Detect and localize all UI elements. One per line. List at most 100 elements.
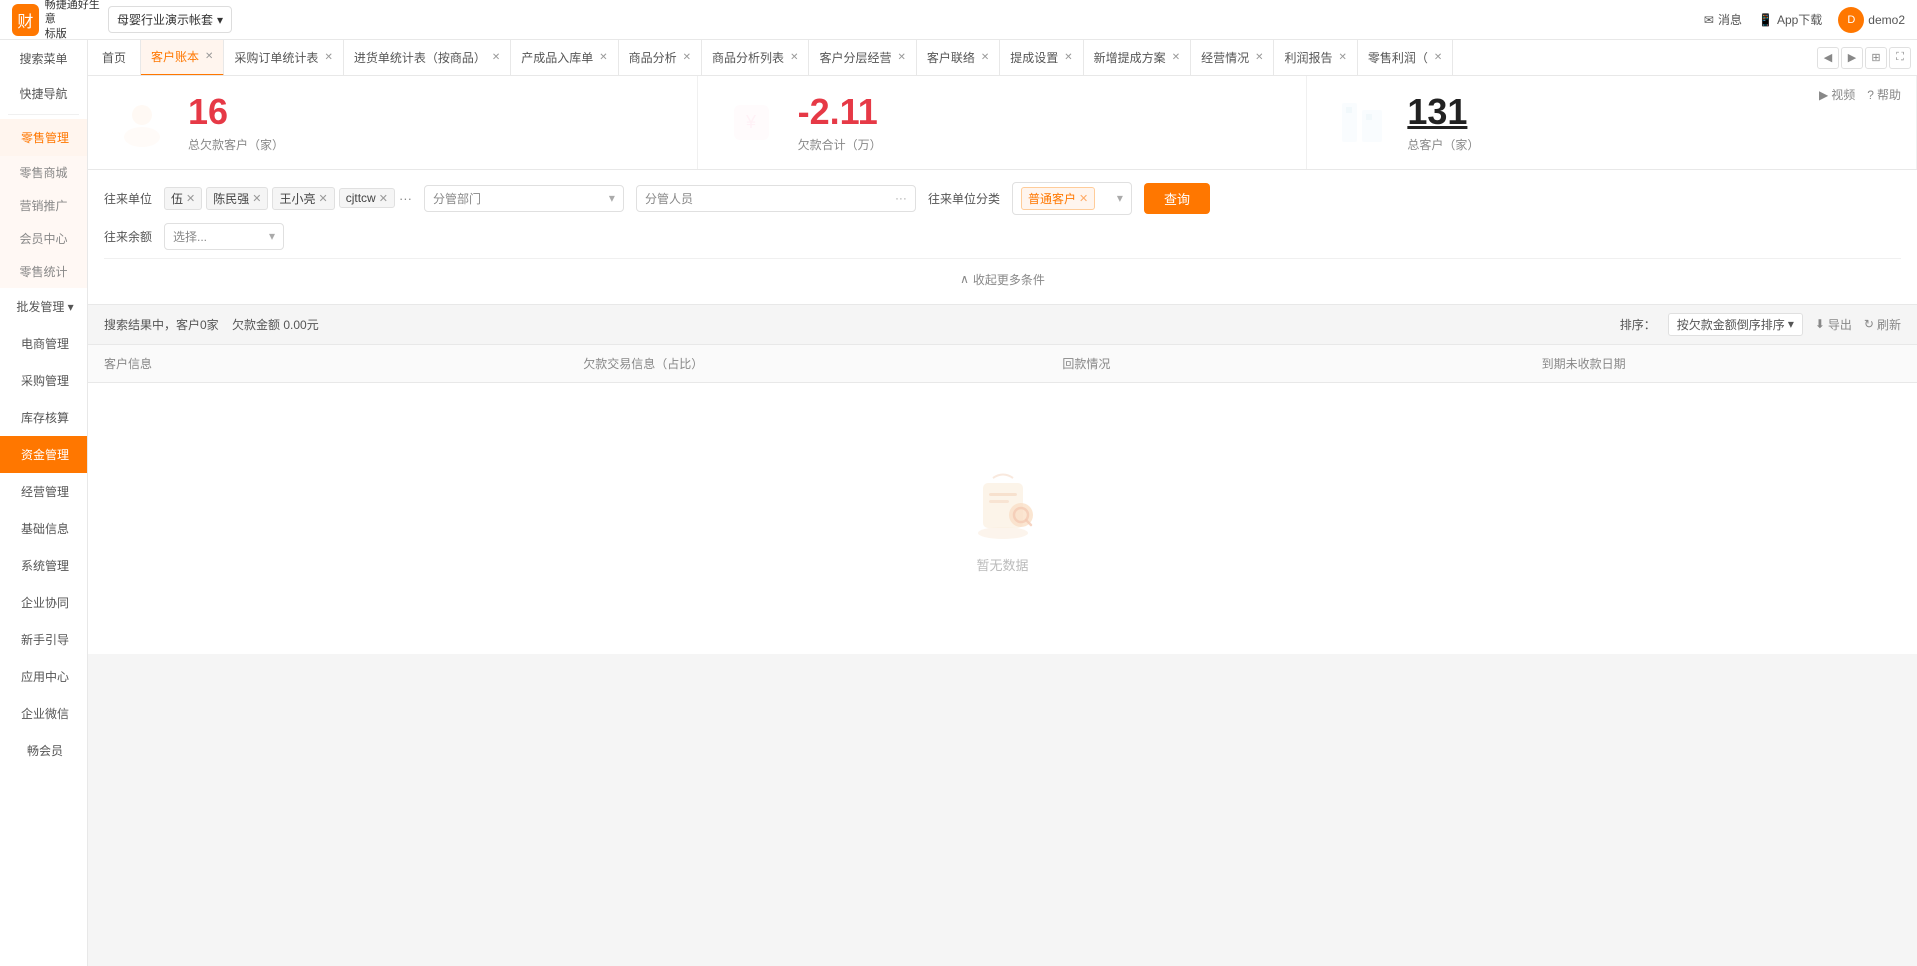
table-col-date: 到期未收款日期: [1542, 355, 1901, 372]
tag-close-unit-type[interactable]: ✕: [1079, 192, 1088, 205]
tab-promo-settings[interactable]: 提成设置 ✕: [1000, 40, 1083, 76]
tab-operations[interactable]: 经营情况 ✕: [1191, 40, 1274, 76]
refresh-btn[interactable]: ↻ 刷新: [1864, 316, 1901, 333]
tab-incoming[interactable]: 进货单统计表（按商品） ✕: [344, 40, 511, 76]
tab-retail-profit[interactable]: 零售利润（ ✕: [1358, 40, 1453, 76]
sort-dropdown-icon: ▾: [1788, 317, 1794, 331]
main-layout: 搜索菜单 快捷导航 零售管理 零售商城 营销推广 会员中心 零售统计 批发管理 …: [0, 40, 1917, 966]
sidebar-item-ecommerce[interactable]: 电商管理: [0, 325, 87, 362]
logo-text: 畅捷通好生意 标版: [45, 0, 100, 41]
query-btn[interactable]: 查询: [1144, 183, 1210, 214]
tab-close-commodity[interactable]: ✕: [683, 52, 691, 63]
filter-more-btn[interactable]: ···: [399, 191, 412, 206]
sidebar-item-wholesale[interactable]: 批发管理 ▾: [0, 288, 87, 325]
tab-fullscreen-btn[interactable]: ⛶: [1889, 47, 1911, 69]
filter-tags-unit: 伍 ✕ 陈民强 ✕ 王小亮 ✕ cjttcw ✕: [164, 187, 412, 210]
content-area: 16 总欠款客户（家） ¥ -2.11 欠款合计（万）: [88, 76, 1917, 966]
sidebar-item-retail-stats[interactable]: 零售统计: [0, 255, 87, 288]
person-clear-icon[interactable]: ···: [895, 191, 907, 205]
sidebar-item-system[interactable]: 系统管理: [0, 547, 87, 584]
collapse-btn[interactable]: ∧ 收起更多条件: [948, 267, 1057, 292]
sidebar: 搜索菜单 快捷导航 零售管理 零售商城 营销推广 会员中心 零售统计 批发管理 …: [0, 40, 88, 966]
sidebar-item-newbie[interactable]: 新手引导: [0, 621, 87, 658]
tag-close-wu[interactable]: ✕: [186, 192, 195, 205]
tab-purchase-order[interactable]: 采购订单统计表 ✕: [224, 40, 343, 76]
tab-next-btn[interactable]: ▶: [1841, 47, 1863, 69]
message-btn[interactable]: ✉ 消息: [1704, 11, 1742, 28]
tab-close-retail-profit[interactable]: ✕: [1434, 52, 1442, 63]
sidebar-item-app-center[interactable]: 应用中心: [0, 658, 87, 695]
filter-label-unit-type: 往来单位分类: [928, 190, 1000, 207]
tab-customer-contact[interactable]: 客户联络 ✕: [917, 40, 1000, 76]
sidebar-item-member[interactable]: 会员中心: [0, 222, 87, 255]
tab-profit[interactable]: 利润报告 ✕: [1274, 40, 1357, 76]
sidebar-item-capital[interactable]: 资金管理: [0, 436, 87, 473]
sidebar-sub-items: 零售商城 营销推广 会员中心 零售统计: [0, 156, 87, 288]
export-btn[interactable]: ⬇ 导出: [1815, 316, 1852, 333]
video-btn[interactable]: ▶ 视频: [1819, 86, 1855, 103]
tab-expand-btn[interactable]: ⊞: [1865, 47, 1887, 69]
filter-person-select[interactable]: 分管人员 ···: [636, 185, 916, 212]
tab-close-purchase[interactable]: ✕: [324, 52, 332, 63]
sidebar-item-operations[interactable]: 经营管理: [0, 473, 87, 510]
tab-close-promo[interactable]: ✕: [1064, 52, 1072, 63]
data-table: 客户信息 欠款交易信息（占比） 回款情况 到期未收款日期: [88, 345, 1917, 654]
tag-close-cjttcw[interactable]: ✕: [379, 192, 388, 205]
sidebar-item-enterprise[interactable]: 企业协同: [0, 584, 87, 621]
filter-dept-select[interactable]: 分管部门 ▾: [424, 185, 624, 212]
tab-commodity[interactable]: 商品分析 ✕: [619, 40, 702, 76]
message-icon: ✉: [1704, 13, 1714, 27]
help-btn[interactable]: ? 帮助: [1867, 86, 1901, 103]
app-icon: 📱: [1758, 13, 1773, 27]
sidebar-item-retail-mall[interactable]: 零售商城: [0, 156, 87, 189]
tab-close-ops[interactable]: ✕: [1255, 52, 1263, 63]
sort-label: 排序：: [1620, 316, 1656, 333]
stat-number-total: 131: [1407, 92, 1479, 132]
empty-state: 暂无数据: [88, 383, 1917, 654]
tab-close-profit[interactable]: ✕: [1339, 52, 1347, 63]
logo-area: 财 畅捷通好生意 标版: [12, 0, 100, 41]
tab-new-promo[interactable]: 新增提成方案 ✕: [1084, 40, 1191, 76]
help-icon: ?: [1867, 88, 1874, 102]
tab-customer-account[interactable]: 客户账本 ✕: [141, 40, 224, 76]
stat-label-total: 总客户（家）: [1407, 136, 1479, 153]
sidebar-search[interactable]: 搜索菜单: [0, 40, 87, 77]
tab-close-commodity-list[interactable]: ✕: [790, 52, 798, 63]
tag-close-chen[interactable]: ✕: [252, 192, 261, 205]
sidebar-item-vip[interactable]: 畅会员: [0, 732, 87, 769]
filter-tag-wang: 王小亮 ✕: [272, 187, 334, 210]
tab-close-segment[interactable]: ✕: [897, 52, 905, 63]
tab-prev-btn[interactable]: ◀: [1817, 47, 1839, 69]
stat-content-debt: -2.11 欠款合计（万）: [798, 92, 882, 153]
filter-label-balance: 往来余额: [104, 228, 152, 245]
stat-block-debt: ¥ -2.11 欠款合计（万）: [698, 76, 1308, 169]
tab-close-contact[interactable]: ✕: [981, 52, 989, 63]
sidebar-quick-nav[interactable]: 快捷导航: [0, 77, 87, 110]
sidebar-item-marketing[interactable]: 营销推广: [0, 189, 87, 222]
table-col-debt: 欠款交易信息（占比）: [583, 355, 1062, 372]
tab-close-new-promo[interactable]: ✕: [1172, 52, 1180, 63]
stats-header: 16 总欠款客户（家） ¥ -2.11 欠款合计（万）: [88, 76, 1917, 170]
tag-close-wang[interactable]: ✕: [319, 192, 328, 205]
app-download-btn[interactable]: 📱 App下载: [1758, 11, 1822, 28]
sidebar-item-retail-mgmt[interactable]: 零售管理: [0, 119, 87, 156]
tab-commodity-list[interactable]: 商品分析列表 ✕: [702, 40, 809, 76]
user-info[interactable]: D demo2: [1838, 7, 1905, 33]
tab-customer-segment[interactable]: 客户分层经营 ✕: [809, 40, 916, 76]
filter-row-1: 往来单位 伍 ✕ 陈民强 ✕ 王小亮 ✕: [104, 182, 1901, 215]
filter-unit-type-select[interactable]: 普通客户 ✕ ▾: [1012, 182, 1132, 215]
tab-production[interactable]: 产成品入库单 ✕: [511, 40, 618, 76]
tab-close-incoming[interactable]: ✕: [492, 52, 500, 63]
tab-close-customer-account[interactable]: ✕: [205, 51, 213, 62]
sidebar-item-wechat[interactable]: 企业微信: [0, 695, 87, 732]
tab-close-production[interactable]: ✕: [599, 52, 607, 63]
org-selector[interactable]: 母婴行业演示帐套 ▾: [108, 6, 232, 33]
sort-select[interactable]: 按欠款金额倒序排序 ▾: [1668, 313, 1803, 336]
sidebar-item-inventory[interactable]: 库存核算: [0, 399, 87, 436]
filter-balance-select[interactable]: 选择... ▾: [164, 223, 284, 250]
sidebar-item-purchase[interactable]: 采购管理: [0, 362, 87, 399]
top-bar-left: 财 畅捷通好生意 标版 母婴行业演示帐套 ▾: [12, 0, 232, 41]
tab-home[interactable]: 首页: [88, 40, 141, 76]
org-dropdown-icon: ▾: [217, 13, 223, 27]
sidebar-item-basic-info[interactable]: 基础信息: [0, 510, 87, 547]
